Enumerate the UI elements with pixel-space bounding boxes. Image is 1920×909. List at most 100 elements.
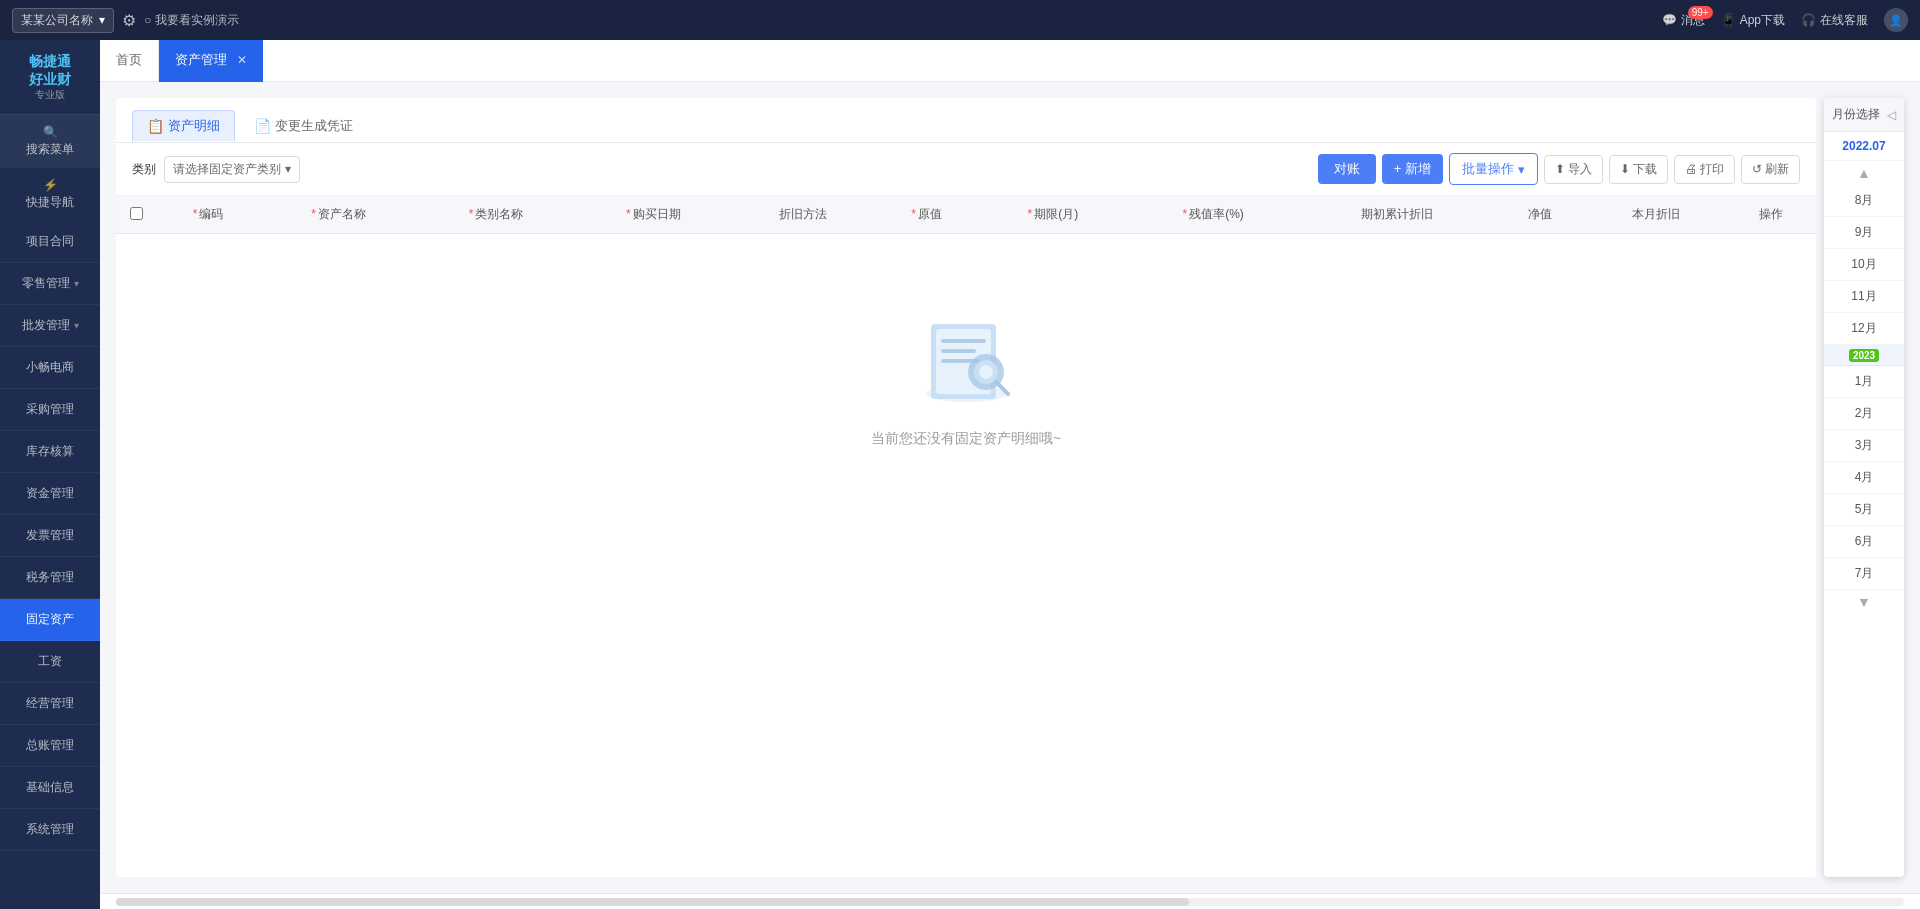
sidebar-item-quick-nav[interactable]: ⚡ 快捷导航 xyxy=(0,168,100,221)
user-avatar[interactable]: 👤 xyxy=(1884,8,1908,32)
month-1-label: 1月 xyxy=(1855,373,1874,390)
sidebar-item-purchase[interactable]: 采购管理 xyxy=(0,389,100,431)
reconcile-button[interactable]: 对账 xyxy=(1318,154,1376,184)
sub-tab-bar: 📋 资产明细 📄 变更生成凭证 xyxy=(116,98,1816,143)
refresh-button[interactable]: ↺ 刷新 xyxy=(1741,155,1800,184)
sidebar-item-finance[interactable]: 资金管理 xyxy=(0,473,100,515)
import-button[interactable]: ⬆ 导入 xyxy=(1544,155,1603,184)
month-8-label: 8月 xyxy=(1855,192,1874,209)
online-service-label: 在线客服 xyxy=(1820,12,1868,29)
top-bar-left: 某某公司名称 ▾ ⚙ ○ 我要看实例演示 xyxy=(12,8,1650,33)
import-icon: ⬆ xyxy=(1555,162,1565,176)
demo-link[interactable]: ○ 我要看实例演示 xyxy=(144,12,239,29)
quick-nav-label: 快捷导航 xyxy=(26,194,74,211)
sidebar-item-tax[interactable]: 税务管理 xyxy=(0,557,100,599)
import-label: 导入 xyxy=(1568,161,1592,178)
month-9-label: 9月 xyxy=(1855,224,1874,241)
month-selector-title: 月份选择 xyxy=(1832,106,1880,123)
content-area: 首页 资产管理 ✕ 📋 资产明细 📄 变更生成凭证 xyxy=(100,40,1920,909)
tab-asset-management[interactable]: 资产管理 ✕ xyxy=(159,40,263,82)
sidebar-item-basic-info[interactable]: 基础信息 xyxy=(0,767,100,809)
sidebar-item-retail[interactable]: 零售管理 ▾ xyxy=(0,263,100,305)
download-button[interactable]: ⬇ 下载 xyxy=(1609,155,1668,184)
month-6-label: 6月 xyxy=(1855,533,1874,550)
tax-label: 税务管理 xyxy=(26,569,74,586)
asset-mgmt-tab-label: 资产管理 xyxy=(175,51,227,69)
sidebar-item-salary[interactable]: 工资 xyxy=(0,641,100,683)
add-button[interactable]: + 新增 xyxy=(1382,154,1443,184)
year-2023-section: 2023 xyxy=(1824,345,1904,366)
select-all-checkbox[interactable] xyxy=(130,207,143,220)
svg-rect-4 xyxy=(941,349,976,353)
category-dropdown-icon: ▾ xyxy=(285,162,291,176)
empty-illustration xyxy=(906,294,1026,414)
online-service-button[interactable]: 🎧 在线客服 xyxy=(1801,12,1868,29)
message-button[interactable]: 💬 消息 99+ xyxy=(1662,12,1705,29)
asset-detail-tab-icon: 📋 xyxy=(147,118,164,134)
month-scroll-up[interactable]: ▲ xyxy=(1824,161,1904,185)
tab-home[interactable]: 首页 xyxy=(100,40,159,82)
app-download-button[interactable]: 📱 App下载 xyxy=(1721,12,1785,29)
demo-icon: ○ xyxy=(144,13,151,27)
empty-state: 当前您还没有固定资产明细哦~ xyxy=(116,234,1816,508)
month-item-9[interactable]: 9月 xyxy=(1824,217,1904,249)
th-operation: 操作 xyxy=(1727,196,1816,234)
company-selector[interactable]: 某某公司名称 ▾ xyxy=(12,8,114,33)
month-item-1[interactable]: 1月 xyxy=(1824,366,1904,398)
tab-close-icon[interactable]: ✕ xyxy=(237,53,247,67)
basic-info-label: 基础信息 xyxy=(26,779,74,796)
dropdown-arrow-icon: ▾ xyxy=(99,13,105,27)
month-item-6[interactable]: 6月 xyxy=(1824,526,1904,558)
month-item-12[interactable]: 12月 xyxy=(1824,313,1904,345)
toolbar: 类别 请选择固定资产类别 ▾ 对账 + 新增 批量操作 ▾ ⬆ xyxy=(116,143,1816,196)
month-item-10[interactable]: 10月 xyxy=(1824,249,1904,281)
category-filter-select[interactable]: 请选择固定资产类别 ▾ xyxy=(164,156,300,183)
month-item-7[interactable]: 7月 xyxy=(1824,558,1904,590)
batch-operation-button[interactable]: 批量操作 ▾ xyxy=(1449,153,1538,185)
message-icon: 💬 xyxy=(1662,13,1677,27)
sidebar-item-wholesale[interactable]: 批发管理 ▾ xyxy=(0,305,100,347)
category-filter-label: 类别 xyxy=(132,161,156,178)
change-voucher-tab-label: 变更生成凭证 xyxy=(275,117,353,135)
th-accumulated-depreciation: 期初累计折旧 xyxy=(1299,196,1495,234)
select-all-header[interactable] xyxy=(116,196,156,234)
download-icon: ⬇ xyxy=(1620,162,1630,176)
sidebar-item-inventory[interactable]: 库存核算 xyxy=(0,431,100,473)
month-selector-panel: 月份选择 ◁ 2022.07 ▲ 8月 9月 10月 11月 12月 2023 … xyxy=(1824,98,1904,877)
sidebar-item-fixed-assets[interactable]: 固定资产 xyxy=(0,599,100,641)
avatar-icon: 👤 xyxy=(1889,14,1903,27)
app-download-label: App下载 xyxy=(1740,12,1785,29)
svg-rect-3 xyxy=(941,339,986,343)
bottom-scrollbar[interactable] xyxy=(100,893,1920,909)
month-item-4[interactable]: 4月 xyxy=(1824,462,1904,494)
sidebar-item-operations[interactable]: 经营管理 xyxy=(0,683,100,725)
sidebar-item-system[interactable]: 系统管理 xyxy=(0,809,100,851)
th-original-value: *原值 xyxy=(875,196,979,234)
month-scroll-down[interactable]: ▼ xyxy=(1824,590,1904,614)
scrollbar-thumb[interactable] xyxy=(116,898,1189,906)
month-item-current[interactable]: 2022.07 xyxy=(1824,132,1904,161)
month-item-2[interactable]: 2月 xyxy=(1824,398,1904,430)
sidebar-item-project[interactable]: 项目合同 xyxy=(0,221,100,263)
sidebar-item-search-menu[interactable]: 🔍 搜索菜单 xyxy=(0,115,100,168)
download-label: 下载 xyxy=(1633,161,1657,178)
month-item-5[interactable]: 5月 xyxy=(1824,494,1904,526)
inventory-label: 库存核算 xyxy=(26,443,74,460)
sidebar-item-ledger[interactable]: 总账管理 xyxy=(0,725,100,767)
settings-icon[interactable]: ⚙ xyxy=(122,11,136,30)
sub-tab-change-voucher[interactable]: 📄 变更生成凭证 xyxy=(239,110,368,142)
print-icon: 🖨 xyxy=(1685,162,1697,176)
th-current-depreciation: 本月折旧 xyxy=(1584,196,1727,234)
sidebar: 畅捷通好业财 专业版 🔍 搜索菜单 ⚡ 快捷导航 项目合同 零售管理 ▾ 批发管… xyxy=(0,40,100,909)
month-2-label: 2月 xyxy=(1855,405,1874,422)
month-4-label: 4月 xyxy=(1855,469,1874,486)
month-item-8[interactable]: 8月 xyxy=(1824,185,1904,217)
collapse-icon[interactable]: ◁ xyxy=(1887,108,1896,122)
month-item-11[interactable]: 11月 xyxy=(1824,281,1904,313)
sub-tab-asset-detail[interactable]: 📋 资产明细 xyxy=(132,110,235,142)
sidebar-item-invoice[interactable]: 发票管理 xyxy=(0,515,100,557)
month-item-3[interactable]: 3月 xyxy=(1824,430,1904,462)
sidebar-item-ecommerce[interactable]: 小畅电商 xyxy=(0,347,100,389)
operations-label: 经营管理 xyxy=(26,695,74,712)
print-button[interactable]: 🖨 打印 xyxy=(1674,155,1735,184)
